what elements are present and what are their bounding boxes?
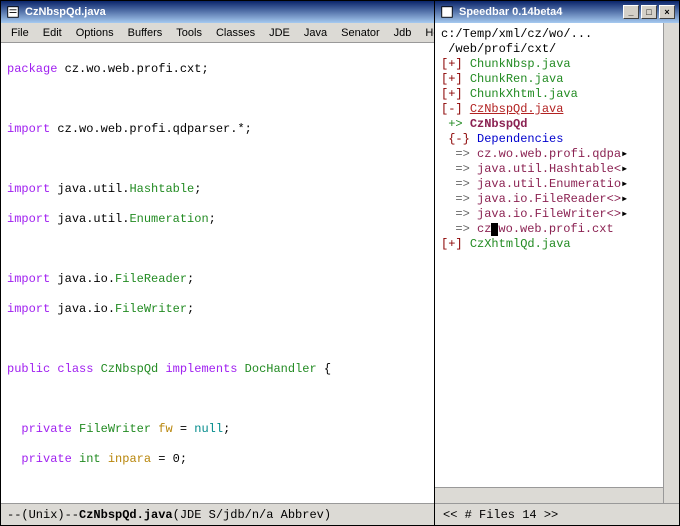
- menu-edit[interactable]: Edit: [37, 25, 68, 41]
- more-icon: ▸: [621, 207, 628, 221]
- menu-jde[interactable]: JDE: [263, 25, 296, 41]
- speedbar-window: Speedbar 0.14beta4 _ □ × c:/Temp/xml/cz/…: [434, 0, 680, 526]
- horizontal-scrollbar[interactable]: [435, 487, 663, 503]
- menu-options[interactable]: Options: [70, 25, 120, 41]
- emacs-window: CzNbspQd.java File Edit Options Buffers …: [0, 0, 435, 526]
- dep-item[interactable]: => cz.wo.web.profi.qdpa▸: [441, 147, 673, 162]
- speedbar-titlebar[interactable]: Speedbar 0.14beta4 _ □ ×: [435, 1, 679, 23]
- dep-item[interactable]: => java.util.Enumeratio▸: [441, 177, 673, 192]
- more-icon: ▸: [621, 162, 628, 176]
- expand-icon[interactable]: [+]: [441, 237, 463, 251]
- window-controls: _ □ ×: [623, 5, 675, 19]
- expand-icon[interactable]: [+]: [441, 57, 463, 71]
- dep-item[interactable]: => java.io.FileReader<>▸: [441, 192, 673, 207]
- main-title: CzNbspQd.java: [25, 6, 106, 18]
- file-node[interactable]: [+] ChunkNbsp.java: [441, 57, 673, 72]
- vertical-scrollbar[interactable]: [663, 23, 679, 503]
- collapse-icon[interactable]: [-]: [441, 102, 463, 116]
- deps-node[interactable]: {-} Dependencies: [441, 132, 673, 147]
- main-titlebar[interactable]: CzNbspQd.java: [1, 1, 434, 23]
- modeline-file: CzNbspQd.java: [79, 508, 173, 522]
- more-icon: ▸: [621, 192, 628, 206]
- file-node[interactable]: [+] ChunkRen.java: [441, 72, 673, 87]
- editor[interactable]: package cz.wo.web.profi.cxt; import cz.w…: [1, 43, 434, 501]
- app-icon: [5, 4, 21, 20]
- kw: package: [7, 62, 57, 76]
- expand-icon[interactable]: [+]: [441, 72, 463, 86]
- path-line[interactable]: /web/profi/cxt/: [441, 42, 673, 57]
- menu-classes[interactable]: Classes: [210, 25, 261, 41]
- app-icon: [439, 4, 455, 20]
- more-icon: ▸: [621, 147, 628, 161]
- collapse-icon[interactable]: {-}: [441, 132, 470, 146]
- menu-java[interactable]: Java: [298, 25, 333, 41]
- close-button[interactable]: ×: [659, 5, 675, 19]
- speedbar-status: << # Files 14 >>: [435, 503, 679, 525]
- more-icon: ▸: [621, 177, 628, 191]
- menubar: File Edit Options Buffers Tools Classes …: [1, 23, 434, 43]
- menu-senator[interactable]: Senator: [335, 25, 386, 41]
- path-line[interactable]: c:/Temp/xml/cz/wo/...: [441, 27, 673, 42]
- maximize-button[interactable]: □: [641, 5, 657, 19]
- file-node[interactable]: [+] CzXhtmlQd.java: [441, 237, 673, 252]
- file-node-selected[interactable]: [-] CzNbspQd.java: [441, 102, 673, 117]
- modeline: --(Unix)-- CzNbspQd.java (JDE S/jdb/n/a …: [1, 503, 434, 525]
- speedbar-title: Speedbar 0.14beta4: [459, 6, 562, 18]
- menu-buffers[interactable]: Buffers: [122, 25, 169, 41]
- dep-item[interactable]: => czwo.web.profi.cxt: [441, 222, 673, 237]
- expand-icon[interactable]: [+]: [441, 87, 463, 101]
- menu-jdb[interactable]: Jdb: [388, 25, 418, 41]
- minimize-button[interactable]: _: [623, 5, 639, 19]
- menu-file[interactable]: File: [5, 25, 35, 41]
- menu-tools[interactable]: Tools: [170, 25, 208, 41]
- class-node[interactable]: +> CzNbspQd: [441, 117, 673, 132]
- dep-item[interactable]: => java.util.Hashtable<▸: [441, 162, 673, 177]
- file-node[interactable]: [+] ChunkXhtml.java: [441, 87, 673, 102]
- dep-item[interactable]: => java.io.FileWriter<>▸: [441, 207, 673, 222]
- speedbar-body[interactable]: c:/Temp/xml/cz/wo/... /web/profi/cxt/ [+…: [435, 23, 679, 503]
- expand-icon[interactable]: +>: [441, 117, 463, 131]
